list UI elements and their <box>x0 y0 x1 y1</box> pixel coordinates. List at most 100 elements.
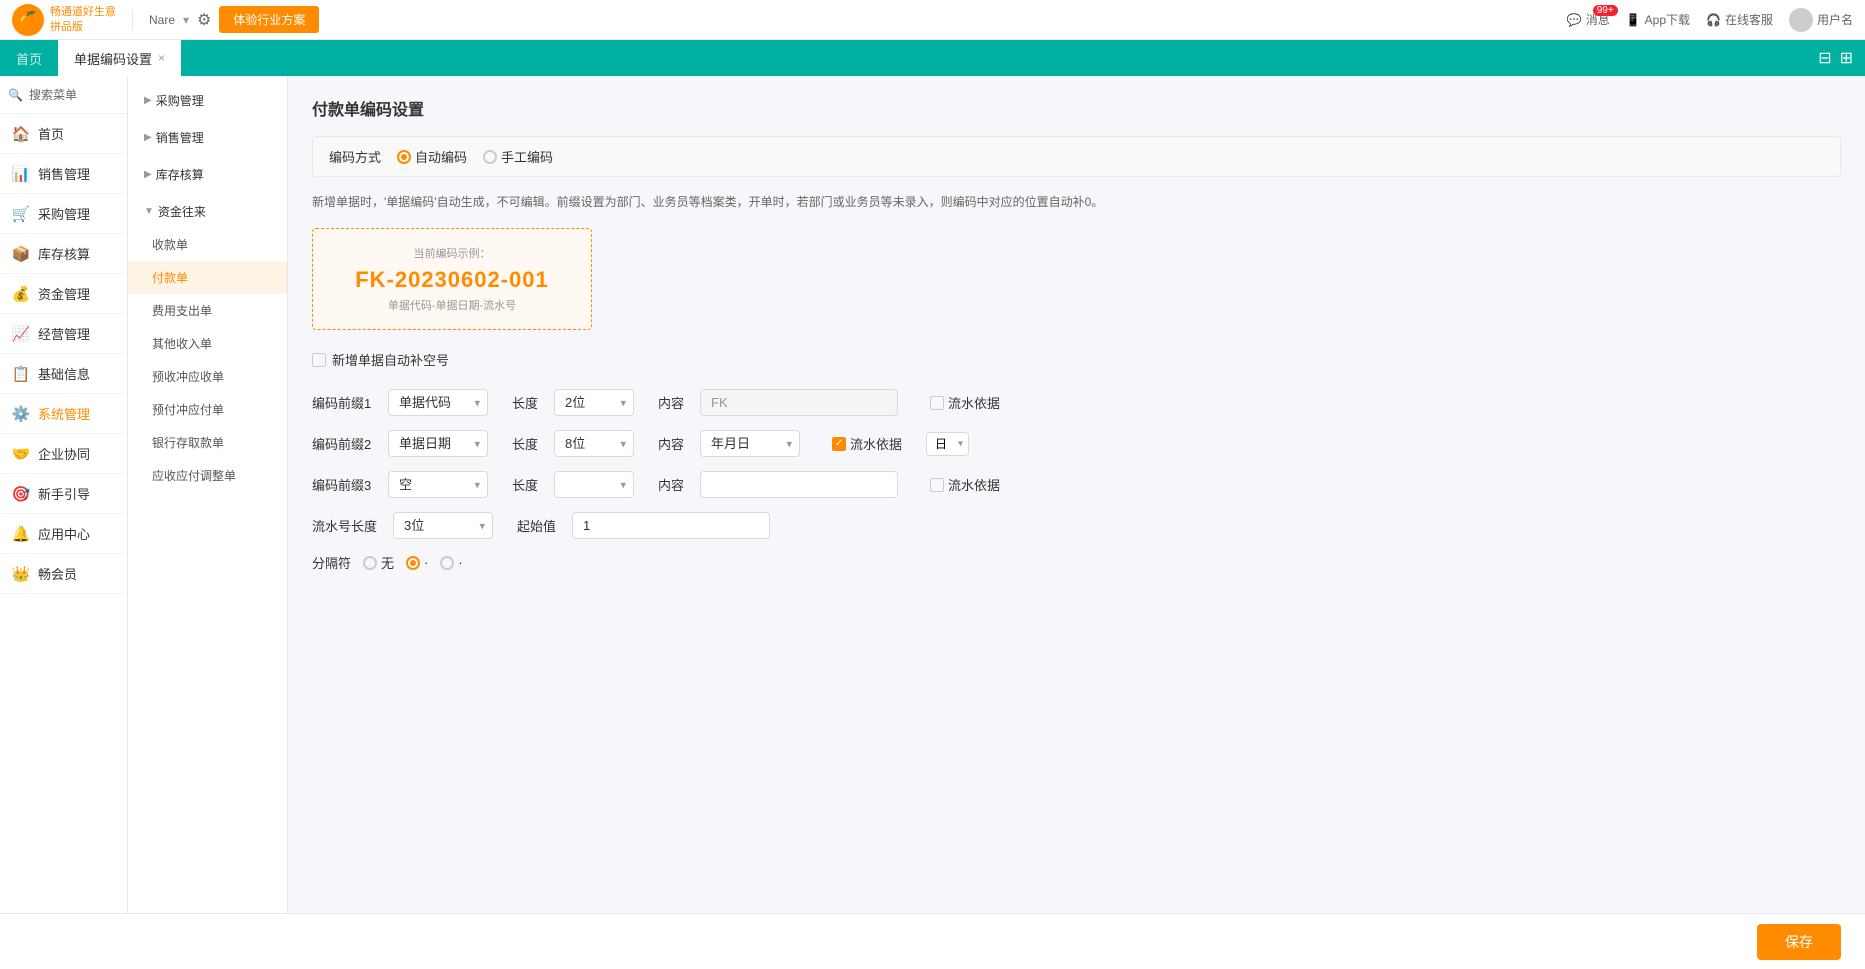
sidebar-item-sales[interactable]: 📊 销售管理 <box>0 154 127 194</box>
sub-menu-item-bank[interactable]: 银行存取款单 <box>128 426 287 459</box>
tab-controls: ⊟ ⊞ <box>1818 48 1865 68</box>
day-select-wrapper: 日 月 年 <box>926 432 969 456</box>
prefix2-length-select-wrapper: 8位 <box>554 430 634 457</box>
prefix-row-1: 编码前缀1 单据代码 长度 2位 内容 流水依据 <box>312 389 1841 416</box>
encoding-radio-group: 自动编码 手工编码 <box>397 147 553 166</box>
company-dropdown[interactable]: ▾ <box>183 13 189 27</box>
prefix1-label: 编码前缀1 <box>312 393 372 412</box>
manual-encode-radio[interactable]: 手工编码 <box>483 147 553 166</box>
avatar-image <box>1789 8 1813 32</box>
start-value-label: 起始值 <box>517 516 556 535</box>
prefix2-select-wrapper: 单据日期 <box>388 430 488 457</box>
home-icon: 🏠 <box>12 125 30 143</box>
sub-menu-item-expense[interactable]: 费用支出单 <box>128 294 287 327</box>
prefix-row-3: 编码前缀3 空 长度 内容 流水依据 <box>312 471 1841 498</box>
divider <box>132 10 133 30</box>
prefix2-length-select[interactable]: 8位 <box>554 430 634 457</box>
encoding-method-row: 编码方式 自动编码 手工编码 <box>312 136 1841 177</box>
prefix2-serial-checkbox: ✓ 流水依据 <box>832 434 902 453</box>
online-service-button[interactable]: 🎧 在线客服 <box>1706 11 1773 28</box>
basic-info-icon: 📋 <box>12 365 30 383</box>
serial-length-select[interactable]: 3位 4位 5位 <box>393 512 493 539</box>
preview-box: 当前编码示例： FK-20230602-001 单据代码-单据日期-流水号 <box>312 228 592 330</box>
prefix3-content-input[interactable] <box>700 471 898 498</box>
sub-menu-item-other-income[interactable]: 其他收入单 <box>128 327 287 360</box>
sep-dot2-radio[interactable]: · <box>440 555 462 570</box>
tab-encoding-settings[interactable]: 单据编码设置 × <box>58 40 181 76</box>
day-select[interactable]: 日 月 年 <box>926 432 969 456</box>
sub-menu-group-purchase: ▶ 采购管理 <box>128 84 287 117</box>
tab-close-icon[interactable]: × <box>158 51 165 65</box>
member-icon: 👑 <box>12 565 30 583</box>
prefix2-select[interactable]: 单据日期 <box>388 430 488 457</box>
serial-length-select-wrapper: 3位 4位 5位 <box>393 512 493 539</box>
arrow-right-icon3: ▶ <box>144 169 152 180</box>
prefix1-content-input[interactable] <box>700 389 898 416</box>
sub-menu-header-funds[interactable]: ▼ 资金往来 <box>128 195 287 228</box>
search-menu[interactable]: 🔍 搜索菜单 <box>0 76 127 114</box>
sub-menu-item-receipt[interactable]: 收款单 <box>128 228 287 261</box>
sidebar-item-app-center[interactable]: 🔔 应用中心 <box>0 514 127 554</box>
sidebar-item-member[interactable]: 👑 畅会员 <box>0 554 127 594</box>
app-download-button[interactable]: 📱 App下载 <box>1626 11 1690 28</box>
save-button[interactable]: 保存 <box>1757 924 1841 960</box>
prefix2-label: 编码前缀2 <box>312 434 372 453</box>
sub-menu-header-purchase[interactable]: ▶ 采购管理 <box>128 84 287 117</box>
start-value-input[interactable] <box>572 512 770 539</box>
logo: 🍊 畅通道好生意 拼品版 <box>12 4 116 36</box>
encoding-method-label: 编码方式 <box>329 147 381 166</box>
sub-menu-item-adjustment[interactable]: 应收应付调整单 <box>128 459 287 492</box>
settings-icon[interactable]: ⚙ <box>197 10 211 30</box>
sidebar: 🔍 搜索菜单 🏠 首页 📊 销售管理 🛒 采购管理 📦 库存核算 💰 资金管理 … <box>0 76 128 969</box>
sidebar-item-inventory[interactable]: 📦 库存核算 <box>0 234 127 274</box>
prefix-row-2: 编码前缀2 单据日期 长度 8位 内容 年月日 ✓ 流水依据 <box>312 430 1841 457</box>
messages-button[interactable]: 💬 消息 99+ <box>1567 11 1610 28</box>
manual-encode-dot <box>483 150 497 164</box>
search-icon: 🔍 <box>8 88 23 102</box>
sidebar-item-system[interactable]: ⚙️ 系统管理 <box>0 394 127 434</box>
sep-none-radio[interactable]: 无 <box>363 553 394 572</box>
sidebar-item-purchase[interactable]: 🛒 采购管理 <box>0 194 127 234</box>
prefix1-content-label: 内容 <box>658 393 684 412</box>
prefix2-serial-box[interactable]: ✓ <box>832 437 846 451</box>
auto-fill-checkbox[interactable] <box>312 353 326 367</box>
sidebar-item-basic-info[interactable]: 📋 基础信息 <box>0 354 127 394</box>
sales-icon: 📊 <box>12 165 30 183</box>
sidebar-item-home[interactable]: 🏠 首页 <box>0 114 127 154</box>
auto-encode-radio[interactable]: 自动编码 <box>397 147 467 166</box>
prefix1-length-select-wrapper: 2位 <box>554 389 634 416</box>
top-bar-left: 🍊 畅通道好生意 拼品版 Nare ▾ ⚙ 体验行业方案 <box>12 4 319 36</box>
sub-menu-item-advance-offset[interactable]: 预付冲应付单 <box>128 393 287 426</box>
arrow-right-icon2: ▶ <box>144 132 152 143</box>
prefix3-select[interactable]: 空 <box>388 471 488 498</box>
sub-menu-header-inventory[interactable]: ▶ 库存核算 <box>128 158 287 191</box>
minimize-icon[interactable]: ⊟ <box>1818 48 1831 68</box>
prefix1-select[interactable]: 单据代码 <box>388 389 488 416</box>
guide-icon: 🎯 <box>12 485 30 503</box>
industry-button[interactable]: 体验行业方案 <box>219 6 319 33</box>
prefix1-serial-box[interactable] <box>930 396 944 410</box>
sub-menu-header-sales[interactable]: ▶ 销售管理 <box>128 121 287 154</box>
sub-menu-item-payment[interactable]: 付款单 <box>128 261 287 294</box>
arrow-down-icon: ▼ <box>144 206 154 217</box>
page-title: 付款单编码设置 <box>312 96 1841 120</box>
sidebar-item-enterprise[interactable]: 🤝 企业协同 <box>0 434 127 474</box>
sep-dot2-dot <box>440 556 454 570</box>
sidebar-item-guide[interactable]: 🎯 新手引导 <box>0 474 127 514</box>
maximize-icon[interactable]: ⊞ <box>1840 48 1853 68</box>
user-avatar[interactable]: 用户名 <box>1789 8 1853 32</box>
prefix1-length-select[interactable]: 2位 <box>554 389 634 416</box>
tab-home[interactable]: 首页 <box>0 40 58 76</box>
preview-code: FK-20230602-001 <box>355 267 549 293</box>
sidebar-item-operations[interactable]: 📈 经营管理 <box>0 314 127 354</box>
prefix3-length-label: 长度 <box>512 475 538 494</box>
prefix3-length-select[interactable] <box>554 471 634 498</box>
prefix3-serial-box[interactable] <box>930 478 944 492</box>
prefix2-content-label: 内容 <box>658 434 684 453</box>
sidebar-item-funds[interactable]: 💰 资金管理 <box>0 274 127 314</box>
prefix2-content-select[interactable]: 年月日 <box>700 430 800 457</box>
sep-dot-radio[interactable]: · <box>406 555 428 570</box>
service-icon: 🎧 <box>1706 13 1721 27</box>
sub-menu-item-prepay-offset[interactable]: 预收冲应收单 <box>128 360 287 393</box>
nav-tabs: 首页 单据编码设置 × ⊟ ⊞ <box>0 40 1865 76</box>
